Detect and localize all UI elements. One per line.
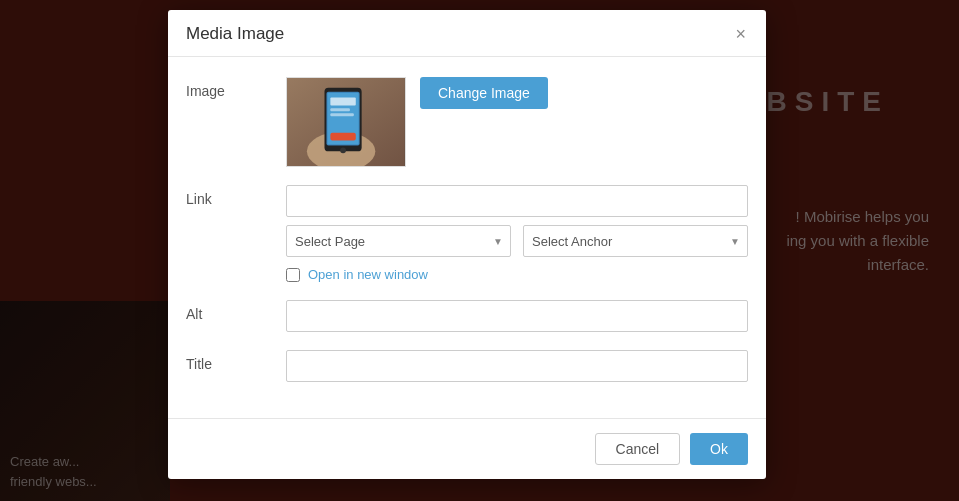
svg-rect-7 (330, 108, 350, 111)
media-image-dialog: Media Image × Image (168, 10, 766, 479)
svg-rect-9 (330, 133, 355, 141)
select-page-wrap: Select Page ▼ (286, 225, 511, 257)
select-anchor-dropdown[interactable]: Select Anchor (523, 225, 748, 257)
link-input[interactable] (286, 185, 748, 217)
select-row: Select Page ▼ Select Anchor ▼ (286, 225, 748, 257)
title-label: Title (186, 350, 286, 372)
image-box: Change Image (286, 77, 748, 167)
image-control: Change Image (286, 77, 748, 167)
svg-rect-6 (330, 98, 355, 106)
svg-rect-8 (330, 113, 353, 116)
open-new-window-label[interactable]: Open in new window (308, 267, 428, 282)
alt-input[interactable] (286, 300, 748, 332)
change-image-button[interactable]: Change Image (420, 77, 548, 109)
svg-point-10 (340, 147, 346, 153)
dialog-body: Image (168, 57, 766, 410)
select-page-dropdown[interactable]: Select Page (286, 225, 511, 257)
open-new-window-row: Open in new window (286, 267, 748, 282)
ok-button[interactable]: Ok (690, 433, 748, 465)
title-control (286, 350, 748, 382)
cancel-button[interactable]: Cancel (595, 433, 681, 465)
alt-label: Alt (186, 300, 286, 322)
open-new-window-checkbox[interactable] (286, 268, 300, 282)
title-row: Title (186, 350, 748, 382)
close-button[interactable]: × (733, 25, 748, 43)
image-label: Image (186, 77, 286, 99)
alt-control (286, 300, 748, 332)
link-label: Link (186, 185, 286, 207)
phone-svg (287, 78, 405, 166)
dialog-title: Media Image (186, 24, 284, 44)
dialog-header: Media Image × (168, 10, 766, 57)
image-thumbnail (286, 77, 406, 167)
link-row: Link Select Page ▼ Select Anchor (186, 185, 748, 282)
title-input[interactable] (286, 350, 748, 382)
dialog-footer: Cancel Ok (168, 418, 766, 479)
alt-row: Alt (186, 300, 748, 332)
link-control: Select Page ▼ Select Anchor ▼ Open in ne… (286, 185, 748, 282)
select-anchor-wrap: Select Anchor ▼ (523, 225, 748, 257)
image-row: Image (186, 77, 748, 167)
